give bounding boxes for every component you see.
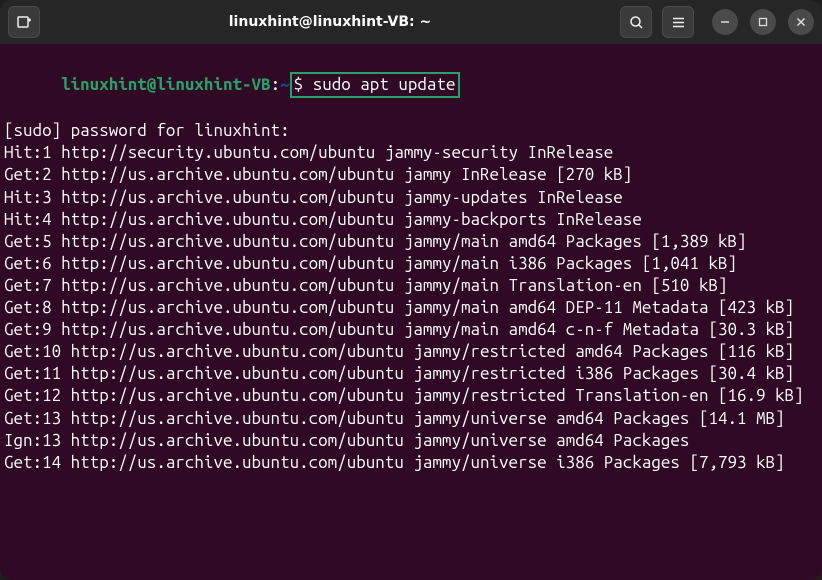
titlebar-left xyxy=(8,6,40,38)
output-line: Get:10 http://us.archive.ubuntu.com/ubun… xyxy=(4,341,818,363)
output-line: Hit:1 http://security.ubuntu.com/ubuntu … xyxy=(4,142,818,164)
prompt-command: sudo apt update xyxy=(313,75,456,94)
output-line: Hit:4 http://us.archive.ubuntu.com/ubunt… xyxy=(4,209,818,231)
minimize-icon xyxy=(720,17,730,27)
menu-button[interactable] xyxy=(662,6,694,38)
prompt-path: ~ xyxy=(280,75,290,94)
output-line: Hit:3 http://us.archive.ubuntu.com/ubunt… xyxy=(4,187,818,209)
output-line: Get:7 http://us.archive.ubuntu.com/ubunt… xyxy=(4,275,818,297)
close-icon xyxy=(796,17,806,27)
terminal-window: linuxhint@linuxhint-VB: ~ xyxy=(0,0,822,580)
maximize-button[interactable] xyxy=(750,9,776,35)
new-tab-icon xyxy=(16,14,32,30)
prompt-separator: : xyxy=(271,75,281,94)
window-title: linuxhint@linuxhint-VB: ~ xyxy=(46,14,614,30)
minimize-button[interactable] xyxy=(712,9,738,35)
titlebar-right xyxy=(620,6,814,38)
output-line: Get:6 http://us.archive.ubuntu.com/ubunt… xyxy=(4,253,818,275)
maximize-icon xyxy=(758,17,768,27)
output-line: Get:5 http://us.archive.ubuntu.com/ubunt… xyxy=(4,231,818,253)
window-controls xyxy=(712,9,814,35)
output-line: Get:9 http://us.archive.ubuntu.com/ubunt… xyxy=(4,319,818,341)
command-highlight: $ sudo apt update xyxy=(290,72,460,98)
output-line: Get:11 http://us.archive.ubuntu.com/ubun… xyxy=(4,363,818,385)
output-line: [sudo] password for linuxhint: xyxy=(4,120,818,142)
prompt-line: linuxhint@linuxhint-VB:~$ sudo apt updat… xyxy=(4,50,818,120)
prompt-userhost: linuxhint@linuxhint-VB xyxy=(61,75,270,94)
terminal-content[interactable]: linuxhint@linuxhint-VB:~$ sudo apt updat… xyxy=(0,44,822,580)
output-line: Get:13 http://us.archive.ubuntu.com/ubun… xyxy=(4,408,818,430)
titlebar: linuxhint@linuxhint-VB: ~ xyxy=(0,0,822,44)
hamburger-icon xyxy=(671,15,686,30)
output-line: Get:2 http://us.archive.ubuntu.com/ubunt… xyxy=(4,164,818,186)
new-tab-button[interactable] xyxy=(8,6,40,38)
search-button[interactable] xyxy=(620,6,652,38)
search-icon xyxy=(629,15,644,30)
output-line: Ign:13 http://us.archive.ubuntu.com/ubun… xyxy=(4,430,818,452)
close-button[interactable] xyxy=(788,9,814,35)
output-line: Get:14 http://us.archive.ubuntu.com/ubun… xyxy=(4,452,818,474)
prompt-dollar: $ xyxy=(294,75,313,94)
output-line: Get:12 http://us.archive.ubuntu.com/ubun… xyxy=(4,385,818,407)
output-line: Get:8 http://us.archive.ubuntu.com/ubunt… xyxy=(4,297,818,319)
